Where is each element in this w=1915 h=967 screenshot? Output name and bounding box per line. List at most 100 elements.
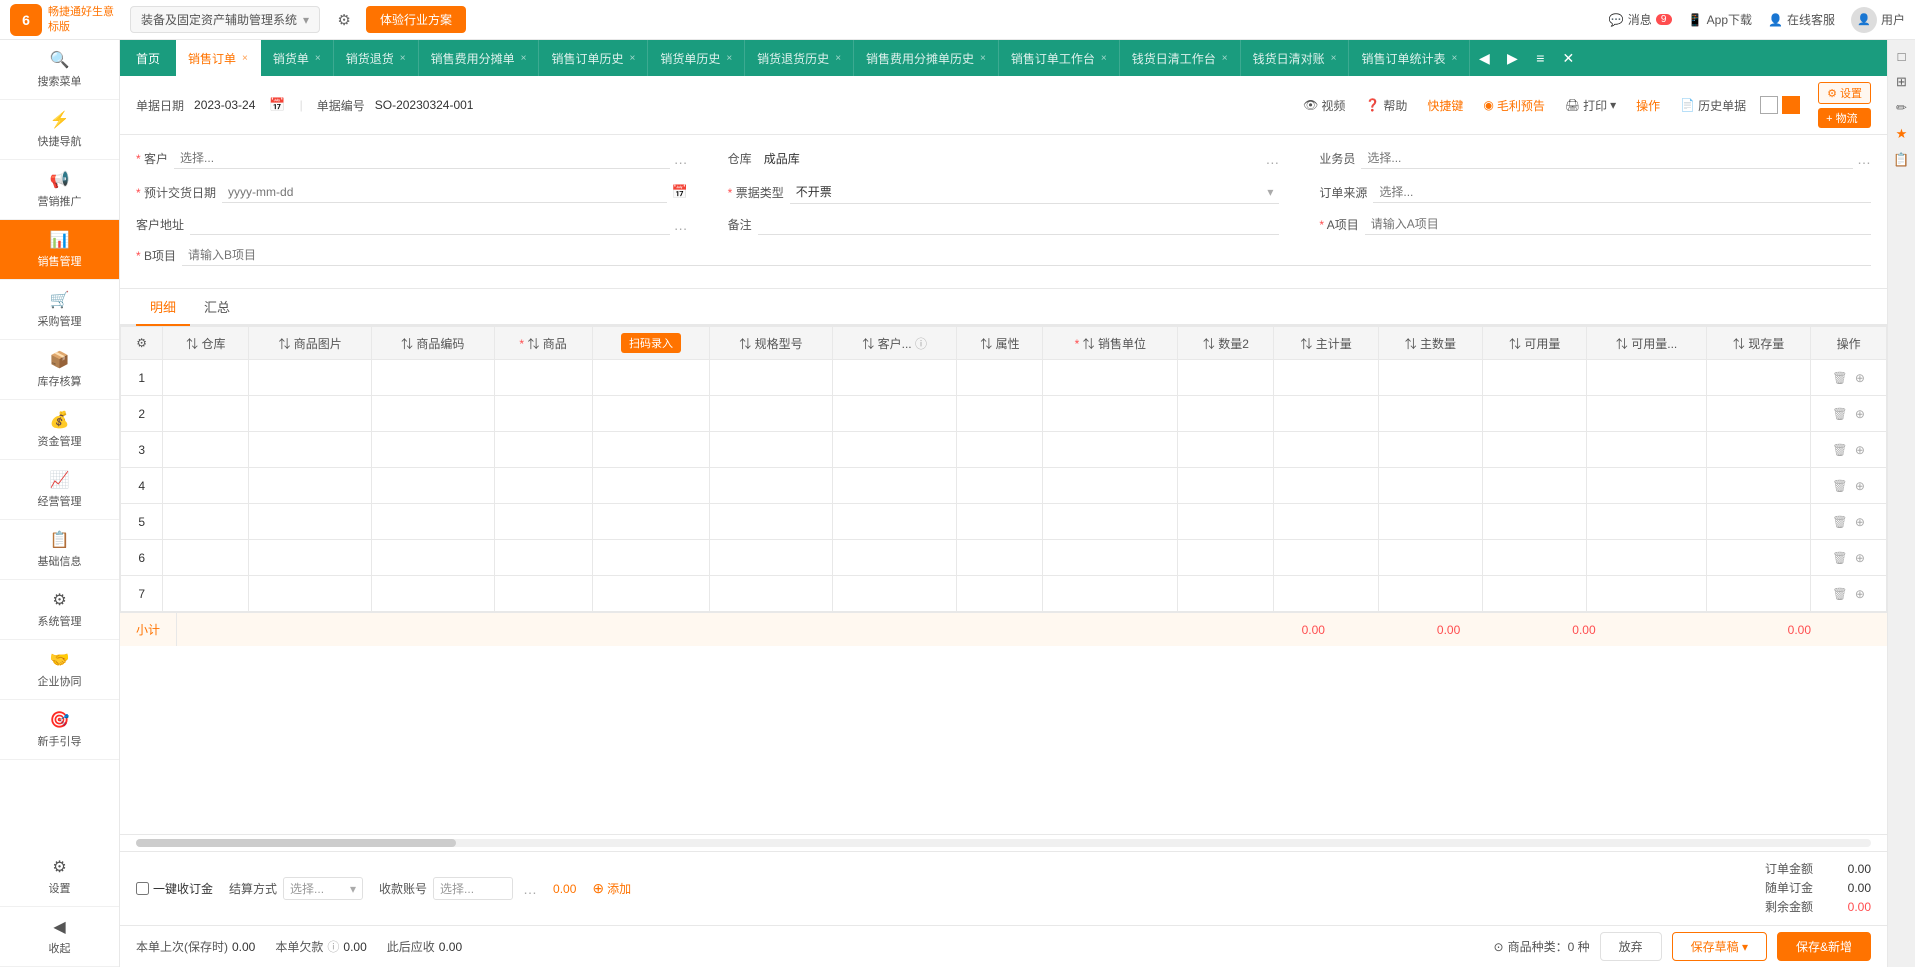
- tab-workbench[interactable]: 销售订单工作台 ×: [999, 40, 1120, 76]
- view-toggle-list[interactable]: [1760, 96, 1778, 114]
- customer-address-input[interactable]: [190, 214, 670, 235]
- customer-more-icon[interactable]: …: [674, 151, 688, 167]
- cell-warehouse[interactable]: [163, 360, 249, 396]
- right-panel-btn-4[interactable]: ★: [1890, 122, 1914, 146]
- view-btn[interactable]: 👁 视频: [1297, 95, 1351, 116]
- cell-main-unit[interactable]: [1274, 540, 1378, 576]
- cell-spec[interactable]: [710, 396, 833, 432]
- delivery-calendar-icon[interactable]: 📅: [671, 184, 687, 200]
- copy-icon[interactable]: ⊕: [1855, 551, 1865, 565]
- col-scan[interactable]: 扫码录入: [592, 327, 709, 360]
- cell-product-img[interactable]: [249, 504, 372, 540]
- cell-product-code[interactable]: [371, 360, 494, 396]
- cell-warehouse[interactable]: [163, 432, 249, 468]
- cell-product-code[interactable]: [371, 468, 494, 504]
- col-sales-unit[interactable]: ⇅ 销售单位: [1043, 327, 1178, 360]
- sidebar-item-quicknav[interactable]: ⚡ 快捷导航: [0, 100, 119, 160]
- cell-attribute[interactable]: [957, 432, 1043, 468]
- tab-daily-reconcile[interactable]: 钱货日清对账 ×: [1241, 40, 1350, 76]
- col-main-qty[interactable]: ⇅ 主数量: [1378, 327, 1482, 360]
- delete-icon[interactable]: 🗑: [1832, 551, 1847, 565]
- tab-close-icon[interactable]: ×: [521, 53, 527, 64]
- tab-close-icon[interactable]: ×: [726, 53, 732, 64]
- cell-spec[interactable]: [710, 468, 833, 504]
- print-btn[interactable]: 🖨 打印 ▾: [1559, 95, 1622, 116]
- cell-spec[interactable]: [710, 540, 833, 576]
- col-warehouse[interactable]: ⇅ 仓库: [163, 327, 249, 360]
- discard-btn[interactable]: 放弃: [1600, 932, 1662, 961]
- settings-icon[interactable]: ⚙: [330, 6, 358, 34]
- cell-spec[interactable]: [710, 576, 833, 612]
- receipt-no-select[interactable]: 选择...: [433, 877, 513, 900]
- cell-customer-info[interactable]: [832, 396, 957, 432]
- sidebar-item-guide[interactable]: 🎯 新手引导: [0, 700, 119, 760]
- cell-main-unit[interactable]: [1274, 576, 1378, 612]
- col-customer-info[interactable]: ⇅ 客户... ⓘ: [832, 327, 957, 360]
- tab-close-all-btn[interactable]: ✕: [1554, 40, 1582, 76]
- sidebar-item-base-info[interactable]: 📋 基础信息: [0, 520, 119, 580]
- cell-main-qty[interactable]: [1378, 504, 1482, 540]
- cell-main-unit[interactable]: [1274, 360, 1378, 396]
- add-btn[interactable]: ⊕ 添加: [592, 880, 631, 897]
- col-main-unit[interactable]: ⇅ 主计量: [1274, 327, 1378, 360]
- cell-main-qty[interactable]: [1378, 576, 1482, 612]
- col-qty2[interactable]: ⇅ 数量2: [1178, 327, 1274, 360]
- copy-icon[interactable]: ⊕: [1855, 587, 1865, 601]
- tab-close-icon[interactable]: ×: [629, 53, 635, 64]
- col-product[interactable]: ⇅ 商品: [494, 327, 592, 360]
- cell-available[interactable]: [1483, 360, 1587, 396]
- col-available[interactable]: ⇅ 可用量: [1483, 327, 1587, 360]
- calendar-icon[interactable]: 📅: [269, 97, 285, 113]
- cell-product-img[interactable]: [249, 576, 372, 612]
- copy-icon[interactable]: ⊕: [1855, 407, 1865, 421]
- cell-product-img[interactable]: [249, 396, 372, 432]
- cell-main-unit[interactable]: [1274, 468, 1378, 504]
- cell-attribute[interactable]: [957, 468, 1043, 504]
- cell-warehouse[interactable]: [163, 504, 249, 540]
- cell-sales-unit[interactable]: [1043, 396, 1178, 432]
- salesperson-more-icon[interactable]: …: [1857, 151, 1871, 167]
- tab-daily-workbench[interactable]: 钱货日清工作台 ×: [1120, 40, 1241, 76]
- cell-product[interactable]: [494, 576, 592, 612]
- cell-qty2[interactable]: [1178, 504, 1274, 540]
- tab-home[interactable]: 首页: [120, 40, 176, 76]
- cell-main-qty[interactable]: [1378, 432, 1482, 468]
- sidebar-item-operations[interactable]: 📈 经营管理: [0, 460, 119, 520]
- copy-icon[interactable]: ⊕: [1855, 443, 1865, 457]
- sidebar-collapse-btn[interactable]: ◀ 收起: [0, 907, 119, 967]
- tab-close-icon[interactable]: ×: [400, 53, 406, 64]
- right-panel-btn-1[interactable]: □: [1890, 44, 1914, 68]
- col-product-code[interactable]: ⇅ 商品编码: [371, 327, 494, 360]
- note-input[interactable]: [758, 214, 1280, 235]
- invoice-type-select[interactable]: 不开票 ▾: [790, 180, 1280, 204]
- tab-sales-stats[interactable]: 销售订单统计表 ×: [1349, 40, 1470, 76]
- cell-stock[interactable]: [1706, 468, 1810, 504]
- tab-close-icon[interactable]: ×: [1222, 53, 1228, 64]
- tab-return-history[interactable]: 销货退货历史 ×: [745, 40, 854, 76]
- order-source-input[interactable]: [1373, 182, 1871, 203]
- sidebar-item-marketing[interactable]: 📢 营销推广: [0, 160, 119, 220]
- col-spec[interactable]: ⇅ 规格型号: [710, 327, 833, 360]
- cell-qty2[interactable]: [1178, 360, 1274, 396]
- cell-available2[interactable]: [1587, 504, 1707, 540]
- cell-product[interactable]: [494, 396, 592, 432]
- cell-stock[interactable]: [1706, 540, 1810, 576]
- col-available2[interactable]: ⇅ 可用量...: [1587, 327, 1707, 360]
- cell-product[interactable]: [494, 432, 592, 468]
- tab-detail[interactable]: 明细: [136, 289, 190, 326]
- cell-product-img[interactable]: [249, 360, 372, 396]
- col-product-img[interactable]: ⇅ 商品图片: [249, 327, 372, 360]
- save-draft-btn[interactable]: 保存草稿 ▾: [1672, 932, 1767, 961]
- message-btn[interactable]: 💬 消息 9: [1609, 11, 1672, 28]
- cell-stock[interactable]: [1706, 396, 1810, 432]
- cell-product-code[interactable]: [371, 540, 494, 576]
- right-panel-btn-3[interactable]: ✏: [1890, 96, 1914, 120]
- copy-icon[interactable]: ⊕: [1855, 479, 1865, 493]
- save-new-btn[interactable]: 保存&新增: [1777, 932, 1871, 961]
- scroll-thumb[interactable]: [136, 839, 456, 847]
- sidebar-item-search[interactable]: 🔍 搜索菜单: [0, 40, 119, 100]
- delete-icon[interactable]: 🗑: [1832, 371, 1847, 385]
- cell-attribute[interactable]: [957, 576, 1043, 612]
- tab-summary[interactable]: 汇总: [190, 289, 244, 326]
- cell-sales-unit[interactable]: [1043, 576, 1178, 612]
